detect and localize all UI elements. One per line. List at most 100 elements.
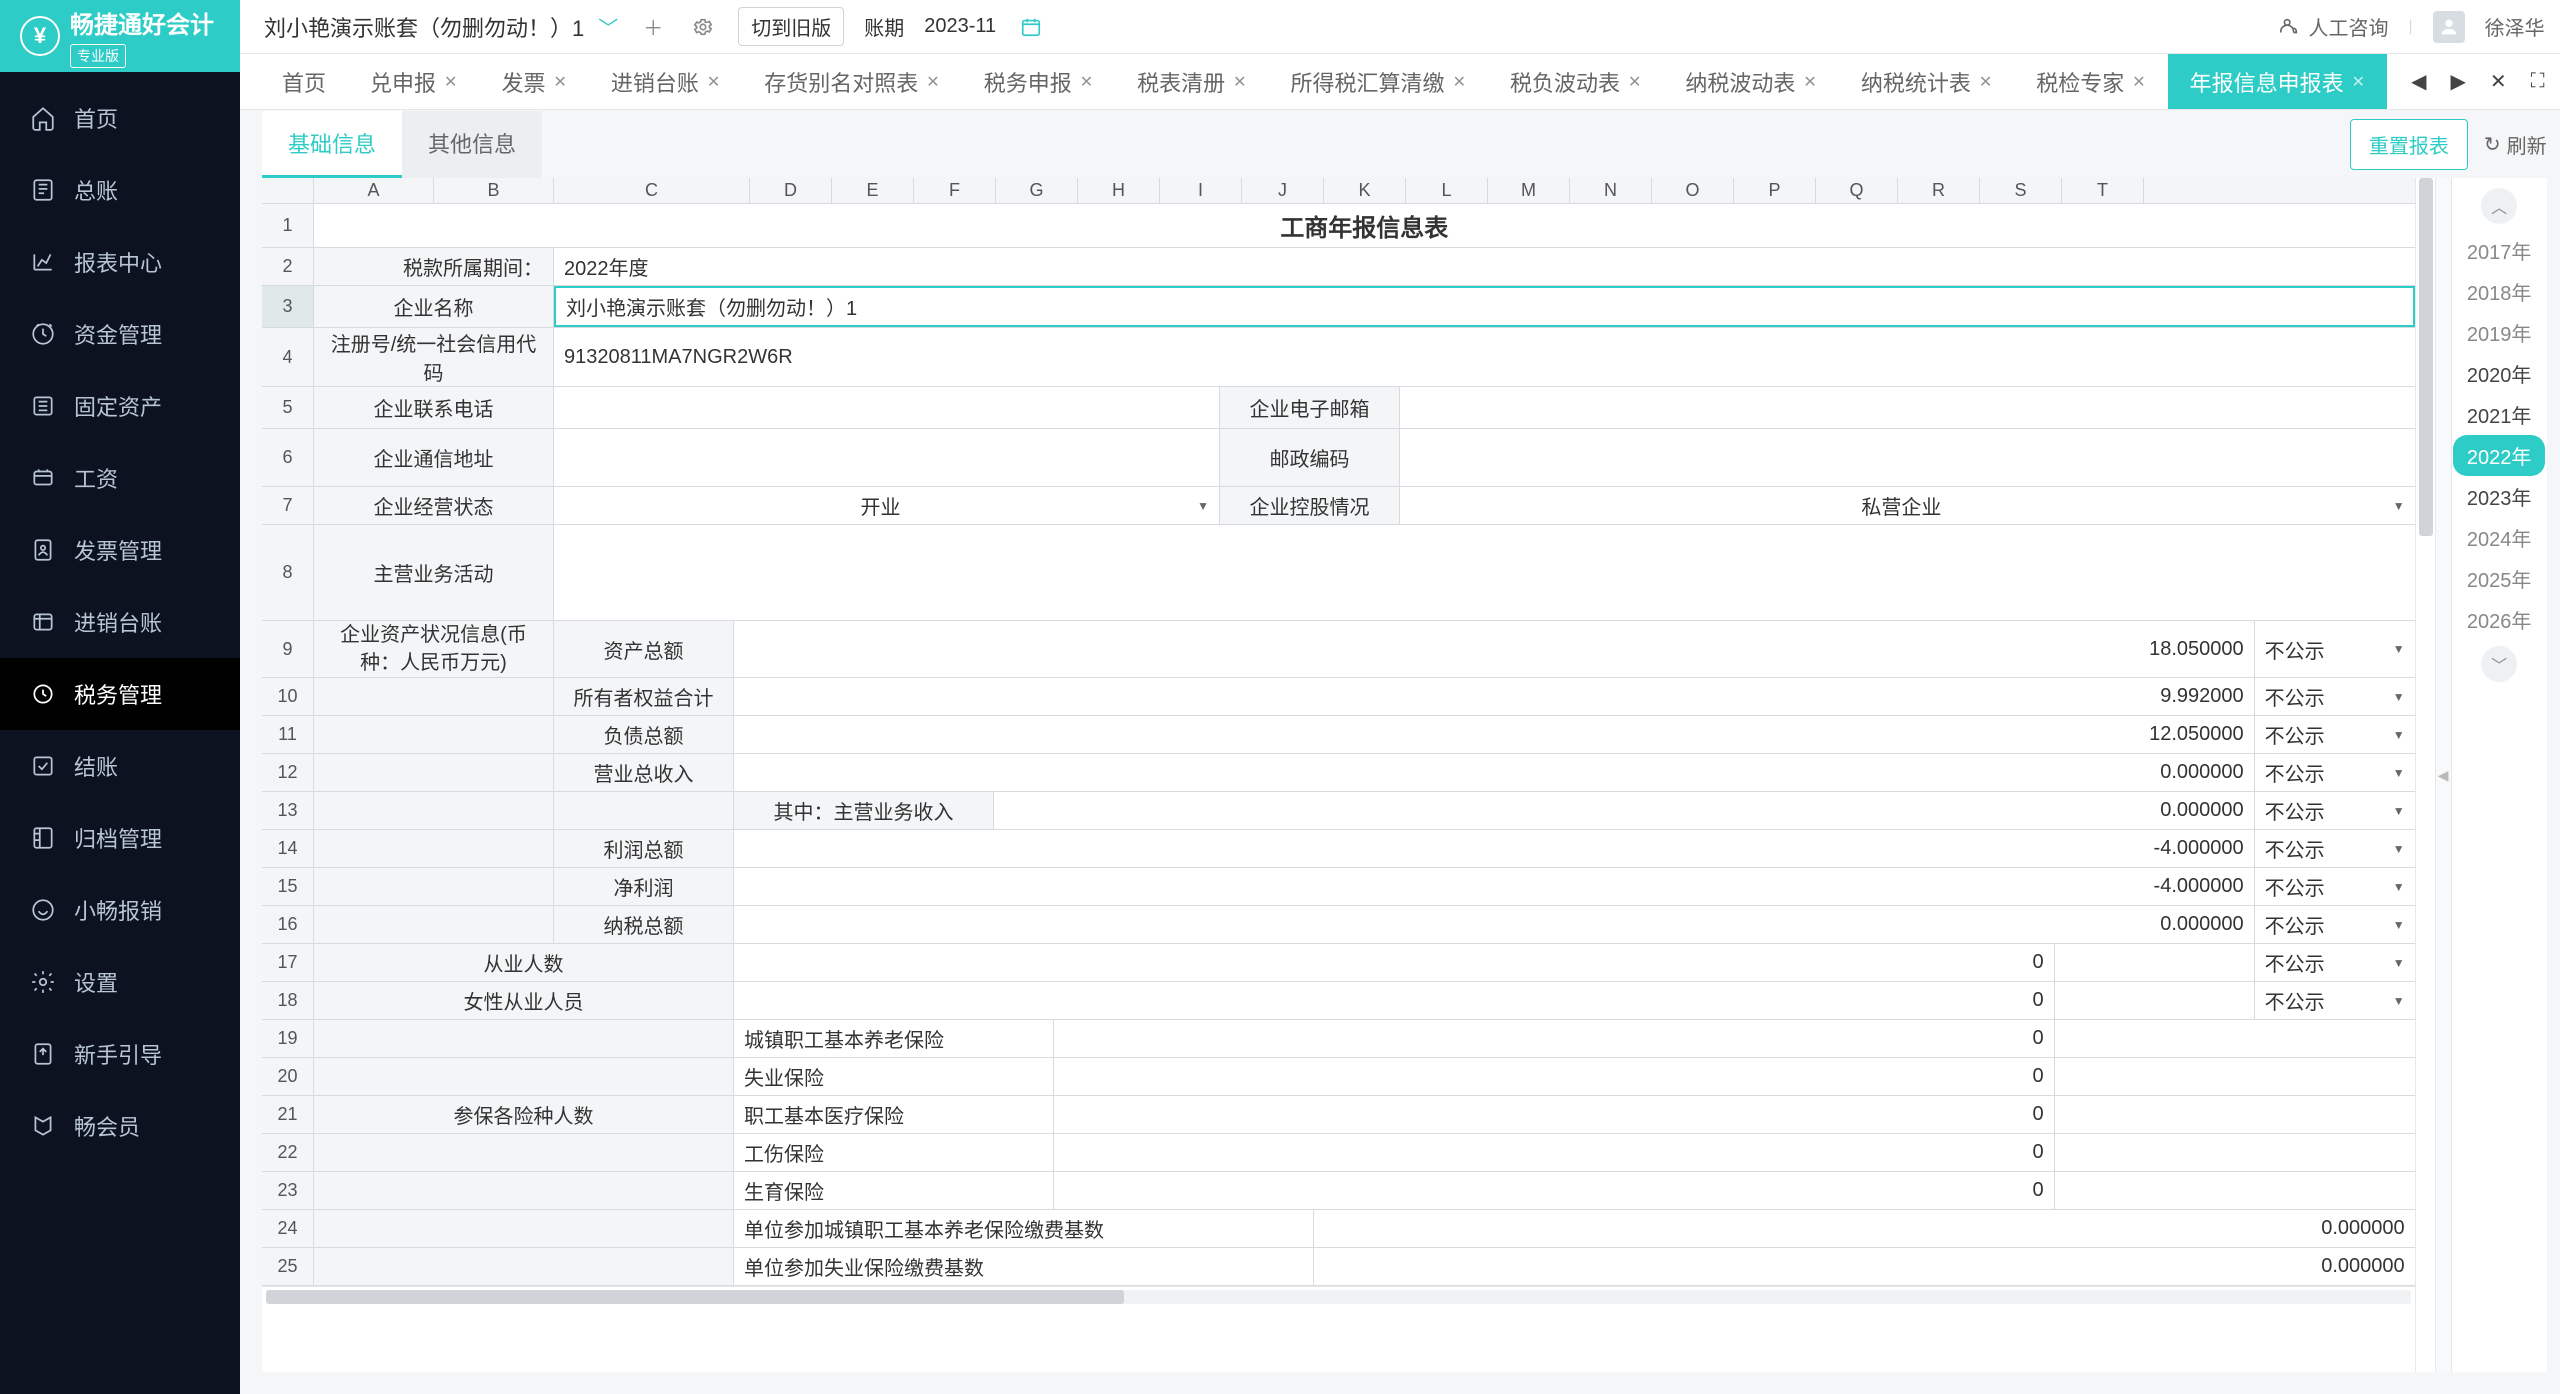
col-header-N[interactable]: N <box>1570 178 1652 203</box>
tab-6[interactable]: 税表清册✕ <box>1115 54 1268 109</box>
row-header[interactable]: 21 <box>262 1096 314 1133</box>
email-value[interactable] <box>1400 387 2415 428</box>
row-header[interactable]: 17 <box>262 944 314 981</box>
fin-sub-value[interactable]: 0.000000 <box>994 792 2255 829</box>
sidebar-item-4[interactable]: 固定资产 <box>0 370 240 442</box>
close-icon[interactable]: ✕ <box>1628 72 1641 92</box>
close-icon[interactable]: ✕ <box>1233 72 1246 92</box>
fin-sub-pub-dropdown[interactable]: 不公示 <box>2255 792 2415 829</box>
fin-pub-dropdown[interactable]: 不公示 <box>2255 868 2415 905</box>
tab-prev-icon[interactable]: ◀ <box>2405 69 2432 94</box>
period-value[interactable]: 2023-11 <box>924 15 996 38</box>
year-down-icon[interactable]: ﹀ <box>2481 646 2517 682</box>
tab-11[interactable]: 税检专家✕ <box>2014 54 2167 109</box>
year-2020年[interactable]: 2020年 <box>2453 353 2546 394</box>
col-header-I[interactable]: I <box>1160 178 1242 203</box>
subtab-other[interactable]: 其他信息 <box>402 111 542 178</box>
emp-pub-dropdown[interactable]: 不公示 <box>2255 944 2415 981</box>
tab-2[interactable]: 发票✕ <box>479 54 588 109</box>
row-header[interactable]: 7 <box>262 487 314 524</box>
tab-12[interactable]: 年报信息申报表✕ <box>2168 54 2387 109</box>
col-header-D[interactable]: D <box>750 178 832 203</box>
phone-value[interactable] <box>554 387 1220 428</box>
sidebar-item-10[interactable]: 归档管理 <box>0 802 240 874</box>
row-header[interactable]: 8 <box>262 525 314 620</box>
sidebar-item-2[interactable]: 报表中心 <box>0 226 240 298</box>
ins-value[interactable]: 0 <box>1054 1058 2055 1095</box>
col-header-C[interactable]: C <box>554 178 750 203</box>
close-icon[interactable]: ✕ <box>1453 72 1466 92</box>
col-header-Q[interactable]: Q <box>1816 178 1898 203</box>
sidebar-item-7[interactable]: 进销台账 <box>0 586 240 658</box>
tab-1[interactable]: 兑申报✕ <box>348 54 479 109</box>
close-icon[interactable]: ✕ <box>1080 72 1093 92</box>
base1-value[interactable]: 0.000000 <box>1314 1210 2415 1247</box>
row-header[interactable]: 15 <box>262 868 314 905</box>
company-selector[interactable]: 刘小艳演示账套（勿删勿动！）1 ﹀ <box>264 11 618 43</box>
calendar-icon[interactable] <box>1016 12 1046 42</box>
fin-pub-dropdown[interactable]: 不公示 <box>2255 678 2415 715</box>
ins-value[interactable]: 0 <box>1054 1172 2055 1209</box>
col-header-G[interactable]: G <box>996 178 1078 203</box>
username[interactable]: 徐泽华 <box>2485 12 2545 41</box>
sidebar-item-9[interactable]: 结账 <box>0 730 240 802</box>
status-dropdown[interactable]: 开业 <box>554 487 1220 524</box>
tab-3[interactable]: 进销台账✕ <box>589 54 742 109</box>
col-header-S[interactable]: S <box>1980 178 2062 203</box>
emp-value[interactable]: 0 <box>734 944 2055 981</box>
female-value[interactable]: 0 <box>734 982 2055 1019</box>
avatar[interactable] <box>2433 11 2465 43</box>
tab-4[interactable]: 存货别名对照表✕ <box>742 54 961 109</box>
sidebar-item-1[interactable]: 总账 <box>0 154 240 226</box>
close-icon[interactable]: ✕ <box>926 72 939 92</box>
fin-value[interactable]: 9.992000 <box>734 678 2255 715</box>
col-header-E[interactable]: E <box>832 178 914 203</box>
reset-button[interactable]: 重置报表 <box>2350 119 2468 170</box>
tab-0[interactable]: 首页 <box>260 54 348 109</box>
fin-pub-dropdown[interactable]: 不公示 <box>2255 716 2415 753</box>
tab-next-icon[interactable]: ▶ <box>2444 69 2471 94</box>
ins-value[interactable]: 0 <box>1054 1134 2055 1171</box>
col-header-O[interactable]: O <box>1652 178 1734 203</box>
tab-10[interactable]: 纳税统计表✕ <box>1839 54 2014 109</box>
row-header[interactable]: 11 <box>262 716 314 753</box>
base2-value[interactable]: 0.000000 <box>1314 1248 2415 1285</box>
tax-period-value[interactable]: 2022年度 <box>554 248 2415 285</box>
fin-value[interactable]: 12.050000 <box>734 716 2255 753</box>
col-header-P[interactable]: P <box>1734 178 1816 203</box>
gear-icon[interactable] <box>688 12 718 42</box>
row-header[interactable]: 16 <box>262 906 314 943</box>
fin-pub-dropdown[interactable]: 不公示 <box>2255 754 2415 791</box>
row-header[interactable]: 6 <box>262 429 314 486</box>
row-header[interactable]: 4 <box>262 328 314 386</box>
subtab-basic[interactable]: 基础信息 <box>262 111 402 178</box>
horizontal-scrollbar[interactable] <box>262 1286 2415 1306</box>
fin-pub-dropdown[interactable]: 不公示 <box>2255 830 2415 867</box>
sidebar-item-5[interactable]: 工资 <box>0 442 240 514</box>
year-2022年[interactable]: 2022年 <box>2453 435 2546 476</box>
fullscreen-icon[interactable]: ⛶ <box>2525 70 2551 93</box>
sidebar-item-6[interactable]: 发票管理 <box>0 514 240 586</box>
sidebar-item-11[interactable]: 小畅报销 <box>0 874 240 946</box>
row-header[interactable]: 12 <box>262 754 314 791</box>
company-name-value[interactable]: 刘小艳演示账套（勿删勿动！）1 <box>554 286 2415 327</box>
row-header[interactable]: 22 <box>262 1134 314 1171</box>
collapse-handle[interactable]: ◀ <box>2435 178 2451 1372</box>
spreadsheet[interactable]: ABCDEFGHIJKLMNOPQRST 1工商年报信息表2税款所属期间：202… <box>262 178 2415 1372</box>
close-icon[interactable]: ✕ <box>2352 72 2365 92</box>
fin-value[interactable]: 18.050000 <box>734 621 2255 677</box>
fin-value[interactable]: -4.000000 <box>734 868 2255 905</box>
fin-value[interactable]: 0.000000 <box>734 754 2255 791</box>
close-icon[interactable]: ✕ <box>2132 72 2145 92</box>
col-header-M[interactable]: M <box>1488 178 1570 203</box>
col-header-J[interactable]: J <box>1242 178 1324 203</box>
close-icon[interactable]: ✕ <box>1979 72 1992 92</box>
fin-pub-dropdown[interactable]: 不公示 <box>2255 621 2415 677</box>
tab-8[interactable]: 税负波动表✕ <box>1488 54 1663 109</box>
consult-button[interactable]: 人工咨询 <box>2278 12 2388 41</box>
fin-value[interactable]: 0.000000 <box>734 906 2255 943</box>
main-biz-value[interactable] <box>554 525 2415 620</box>
zip-value[interactable] <box>1400 429 2415 486</box>
sidebar-item-8[interactable]: 税务管理 <box>0 658 240 730</box>
year-up-icon[interactable]: ︿ <box>2481 188 2517 224</box>
